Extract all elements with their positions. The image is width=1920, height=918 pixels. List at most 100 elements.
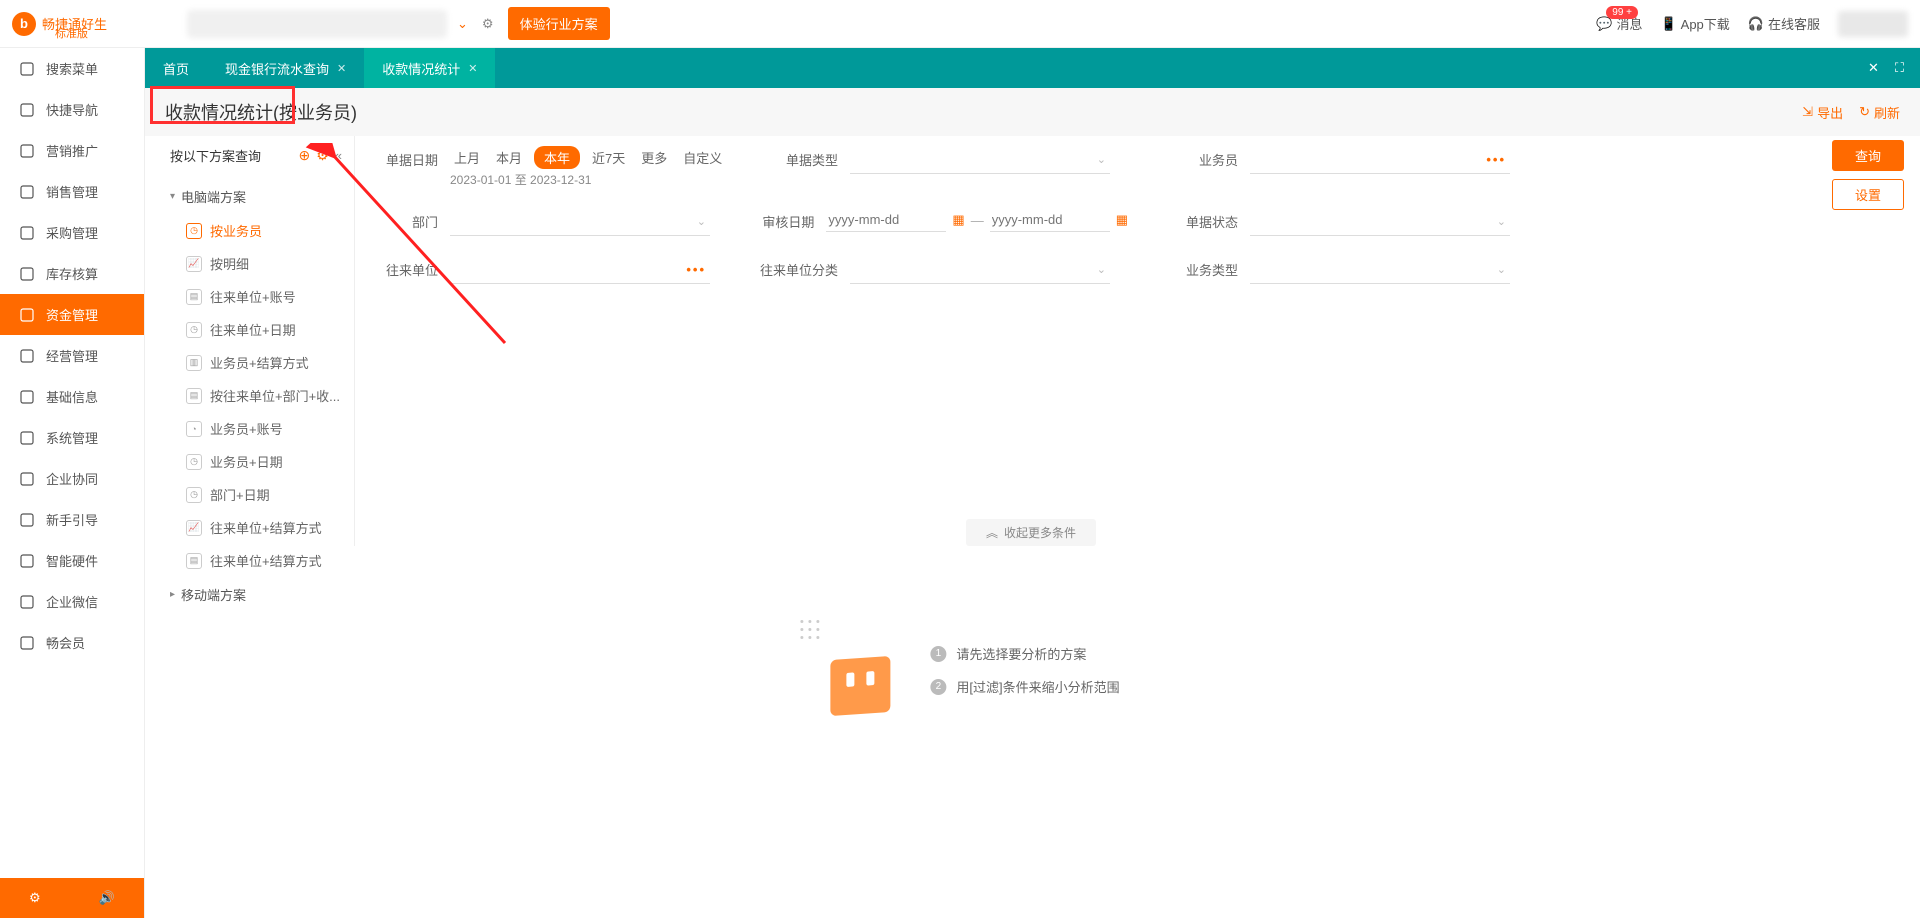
tree-item-3[interactable]: ◷往来单位+日期 bbox=[158, 313, 354, 346]
export-button[interactable]: ⇲ 导出 bbox=[1802, 103, 1843, 122]
sidebar-item-5[interactable]: 库存核算 bbox=[0, 253, 144, 294]
sidebar-item-4[interactable]: 采购管理 bbox=[0, 212, 144, 253]
cart-icon bbox=[18, 183, 36, 201]
calendar-icon[interactable]: ▦ bbox=[1116, 212, 1128, 228]
sidebar-item-14[interactable]: 畅会员 bbox=[0, 622, 144, 663]
sidebar-item-9[interactable]: 系统管理 bbox=[0, 417, 144, 458]
salesman-select[interactable]: ••• bbox=[1250, 146, 1510, 174]
logo-tag: 标准版 bbox=[55, 25, 88, 41]
audit-date-from[interactable] bbox=[826, 208, 946, 232]
sidebar-label: 系统管理 bbox=[46, 428, 98, 447]
settings-scheme-icon[interactable]: ⚙ bbox=[316, 147, 329, 164]
group-label: 电脑端方案 bbox=[181, 187, 246, 206]
tree-group-1[interactable]: ▸移动端方案 bbox=[158, 577, 354, 612]
step-1-text: 请先选择要分析的方案 bbox=[956, 644, 1086, 663]
experience-button[interactable]: 体验行业方案 bbox=[508, 7, 610, 40]
sidebar-label: 智能硬件 bbox=[46, 551, 98, 570]
customer-service-link[interactable]: 🎧 在线客服 bbox=[1748, 14, 1820, 33]
tree-item-0[interactable]: ◷按业务员 bbox=[158, 214, 354, 247]
gear-icon[interactable]: ⚙ bbox=[482, 16, 494, 32]
sidebar-item-12[interactable]: 智能硬件 bbox=[0, 540, 144, 581]
bar-icon: ▥ bbox=[186, 355, 202, 371]
close-all-icon[interactable]: ✕ bbox=[1868, 60, 1879, 76]
collapse-panel-icon[interactable]: « bbox=[335, 148, 342, 163]
refresh-button[interactable]: ↻ 刷新 bbox=[1859, 103, 1900, 122]
search-button[interactable]: 查询 bbox=[1832, 140, 1904, 171]
date-opt-0[interactable]: 上月 bbox=[450, 146, 484, 169]
tab-label: 首页 bbox=[163, 59, 189, 78]
tree-item-7[interactable]: ◷业务员+日期 bbox=[158, 445, 354, 478]
calendar-icon[interactable]: ▦ bbox=[952, 212, 964, 228]
partner-label: 往来单位 bbox=[358, 256, 438, 279]
org-selector-blurred[interactable] bbox=[187, 10, 447, 38]
fullscreen-icon[interactable]: ⛶ bbox=[1895, 60, 1904, 76]
tab-2[interactable]: 收款情况统计✕ bbox=[364, 48, 495, 88]
corp-icon bbox=[18, 470, 36, 488]
add-scheme-icon[interactable]: ⊕ bbox=[298, 147, 310, 164]
tree-item-label: 按往来单位+部门+收... bbox=[210, 386, 340, 405]
sidebar-item-7[interactable]: 经营管理 bbox=[0, 335, 144, 376]
sidebar-label: 销售管理 bbox=[46, 182, 98, 201]
sound-icon[interactable]: 🔊 bbox=[99, 890, 115, 906]
dept-select[interactable]: ⌄ bbox=[450, 208, 710, 236]
user-avatar-blurred[interactable] bbox=[1838, 11, 1908, 37]
collapse-conditions-button[interactable]: ︽ 收起更多条件 bbox=[966, 519, 1096, 546]
pie-icon: ◔ bbox=[186, 421, 202, 437]
partner-cat-select[interactable]: ⌄ bbox=[850, 256, 1110, 284]
date-opt-1[interactable]: 本月 bbox=[492, 146, 526, 169]
date-opt-2[interactable]: 本年 bbox=[534, 146, 580, 169]
tree-item-label: 往来单位+结算方式 bbox=[210, 551, 322, 570]
date-opt-4[interactable]: 更多 bbox=[637, 146, 671, 169]
sidebar-item-2[interactable]: 营销推广 bbox=[0, 130, 144, 171]
salesman-label: 业务员 bbox=[1158, 146, 1238, 169]
tree-item-label: 按明细 bbox=[210, 254, 249, 273]
audit-date-to[interactable] bbox=[990, 208, 1110, 232]
sidebar-item-13[interactable]: 企业微信 bbox=[0, 581, 144, 622]
close-icon[interactable]: ✕ bbox=[468, 62, 477, 75]
tree-group-0[interactable]: ▾电脑端方案 bbox=[158, 179, 354, 214]
tree-item-label: 按业务员 bbox=[210, 221, 262, 240]
sidebar-item-3[interactable]: 销售管理 bbox=[0, 171, 144, 212]
sidebar-item-6[interactable]: 资金管理 bbox=[0, 294, 144, 335]
sidebar-item-11[interactable]: 新手引导 bbox=[0, 499, 144, 540]
dept-label: 部门 bbox=[358, 208, 438, 231]
settings-button[interactable]: 设置 bbox=[1832, 179, 1904, 210]
bill-type-select[interactable]: ⌄ bbox=[850, 146, 1110, 174]
money-icon bbox=[18, 306, 36, 324]
tab-1[interactable]: 现金银行流水查询✕ bbox=[207, 48, 364, 88]
sidebar-item-0[interactable]: 搜索菜单 bbox=[0, 48, 144, 89]
tree-item-2[interactable]: ▤往来单位+账号 bbox=[158, 280, 354, 313]
sidebar-item-8[interactable]: 基础信息 bbox=[0, 376, 144, 417]
ellipsis-icon[interactable]: ••• bbox=[1486, 152, 1506, 167]
tree-item-4[interactable]: ▥ 业务员+结算方式 bbox=[158, 346, 354, 379]
gear-icon[interactable]: ⚙ bbox=[29, 890, 41, 906]
date-range-text: 2023-01-01 至 2023-12-31 bbox=[450, 171, 726, 188]
sidebar-item-10[interactable]: 企业协同 bbox=[0, 458, 144, 499]
chevron-down-icon[interactable]: ⌄ bbox=[457, 16, 468, 32]
stock-icon bbox=[18, 265, 36, 283]
tree-item-1[interactable]: 📈按明细 bbox=[158, 247, 354, 280]
tree-item-8[interactable]: ◷部门+日期 bbox=[158, 478, 354, 511]
biz-type-select[interactable]: ⌄ bbox=[1250, 256, 1510, 284]
clock-icon: ◷ bbox=[186, 322, 202, 338]
action-buttons: 查询 设置 bbox=[1832, 140, 1904, 210]
partner-select[interactable]: ••• bbox=[450, 256, 710, 284]
date-opt-3[interactable]: 近7天 bbox=[588, 146, 629, 169]
close-icon[interactable]: ✕ bbox=[337, 62, 346, 75]
tree-item-10[interactable]: ▤往来单位+结算方式 bbox=[158, 544, 354, 577]
left-sidebar: 搜索菜单快捷导航营销推广销售管理采购管理库存核算资金管理经营管理基础信息系统管理… bbox=[0, 48, 145, 918]
tree-item-5[interactable]: ▤按往来单位+部门+收... bbox=[158, 379, 354, 412]
date-opt-5[interactable]: 自定义 bbox=[679, 146, 726, 169]
tree-item-label: 业务员+结算方式 bbox=[210, 353, 309, 372]
tree-item-6[interactable]: ◔业务员+账号 bbox=[158, 412, 354, 445]
sidebar-label: 基础信息 bbox=[46, 387, 98, 406]
step-num-2: 2 bbox=[930, 679, 946, 695]
tab-0[interactable]: 首页 bbox=[145, 48, 207, 88]
service-label: 在线客服 bbox=[1768, 14, 1820, 33]
sidebar-item-1[interactable]: 快捷导航 bbox=[0, 89, 144, 130]
bill-status-select[interactable]: ⌄ bbox=[1250, 208, 1510, 236]
ellipsis-icon[interactable]: ••• bbox=[686, 262, 706, 277]
messages-link[interactable]: 💬 消息 99 + bbox=[1596, 14, 1642, 33]
app-download-link[interactable]: 📱 App下载 bbox=[1660, 14, 1729, 33]
home-icon bbox=[18, 101, 36, 119]
